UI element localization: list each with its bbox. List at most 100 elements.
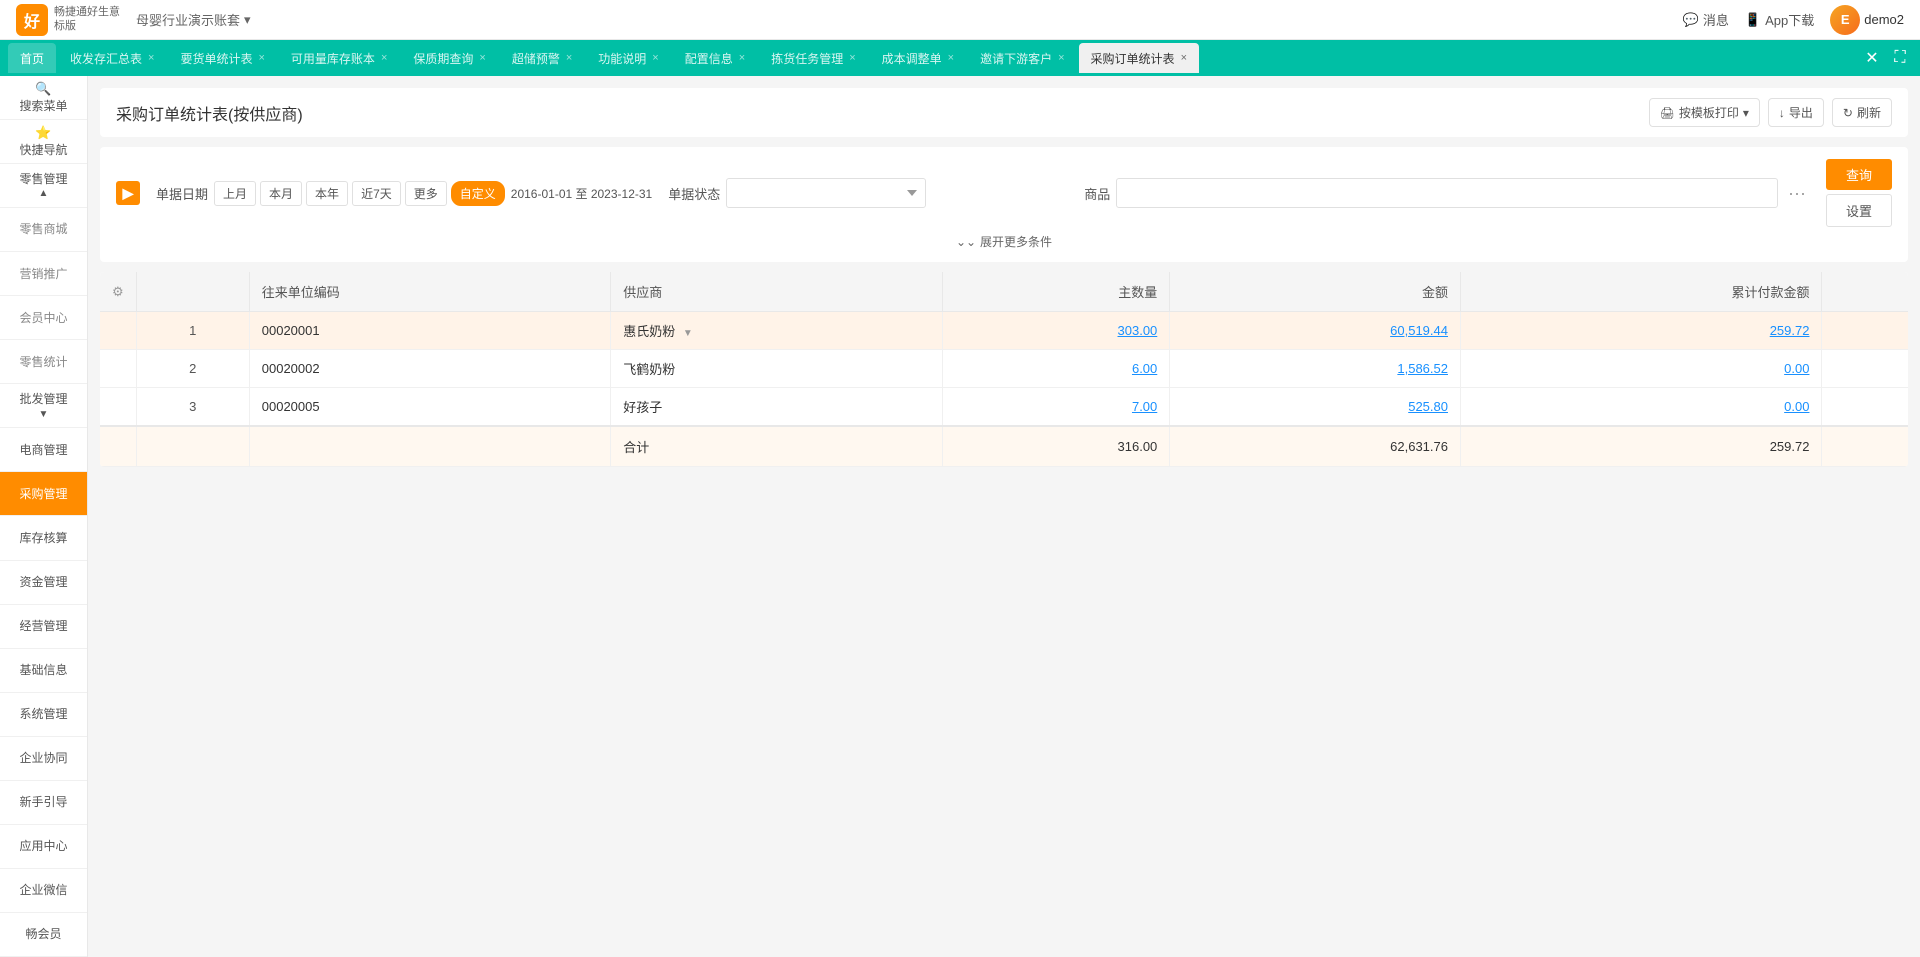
- query-button[interactable]: 查询: [1826, 159, 1892, 190]
- tab-close-icon[interactable]: ×: [148, 52, 154, 64]
- message-label: 消息: [1703, 10, 1729, 29]
- tab-2[interactable]: 要货单统计表 ×: [168, 43, 276, 73]
- header-actions: 🖨 按模板打印 ▾ ↓ 导出 ↻ 刷新: [1649, 98, 1892, 127]
- expand-row-icon[interactable]: ▼: [683, 328, 693, 339]
- page-header: 采购订单统计表(按供应商) 🖨 按模板打印 ▾ ↓ 导出 ↻ 刷新: [100, 88, 1908, 137]
- tab-close-icon[interactable]: ×: [948, 52, 954, 64]
- tab-3[interactable]: 可用量库存账本 ×: [279, 43, 399, 73]
- search-icon: 🔍: [35, 81, 51, 97]
- filter-toggle-button[interactable]: ▶: [116, 181, 140, 205]
- tab-close-icon[interactable]: ×: [258, 52, 264, 64]
- td-extra: [1822, 350, 1908, 388]
- tab-close-icon[interactable]: ×: [849, 52, 855, 64]
- message-action[interactable]: 💬 消息: [1683, 10, 1729, 29]
- sidebar-item-operations[interactable]: 经营管理: [0, 605, 87, 649]
- sidebar-item-wechat[interactable]: 企业微信: [0, 869, 87, 913]
- tab-close-icon[interactable]: ×: [381, 52, 387, 64]
- sidebar-item-member2[interactable]: 畅会员: [0, 913, 87, 957]
- sidebar-item-search[interactable]: 🔍 搜索菜单: [0, 76, 87, 120]
- app-download-action[interactable]: 📱 App下载: [1745, 10, 1814, 29]
- enterprise-name: 母婴行业演示账套: [136, 10, 240, 29]
- sidebar-item-label: 批发管理: [19, 392, 67, 406]
- goods-filter-group: 商品 ···: [1084, 178, 1810, 208]
- tab-10[interactable]: 邀请下游客户 ×: [968, 43, 1076, 73]
- amount-link[interactable]: 525.80: [1182, 399, 1448, 414]
- sidebar-item-basic-info[interactable]: 基础信息: [0, 649, 87, 693]
- nav-close-button[interactable]: ✕: [1860, 46, 1884, 70]
- sidebar-item-retail-stat[interactable]: 零售统计: [0, 340, 87, 384]
- sidebar-item-label: 经营管理: [19, 619, 67, 633]
- sidebar-item-inventory[interactable]: 库存核算: [0, 516, 87, 560]
- sidebar-item-finance[interactable]: 资金管理: [0, 561, 87, 605]
- tab-close-icon[interactable]: ×: [652, 52, 658, 64]
- td-qty: 7.00: [943, 388, 1170, 427]
- td-qty: 303.00: [943, 312, 1170, 350]
- sidebar-item-cooperation[interactable]: 企业协同: [0, 737, 87, 781]
- date-btn-this-year[interactable]: 本年: [306, 181, 348, 206]
- qty-link[interactable]: 303.00: [955, 323, 1157, 338]
- qty-link[interactable]: 6.00: [955, 361, 1157, 376]
- sidebar-item-marketing[interactable]: 营销推广: [0, 252, 87, 296]
- tab-close-icon[interactable]: ×: [739, 52, 745, 64]
- page-title: 采购订单统计表(按供应商): [116, 101, 303, 125]
- sidebar-item-wholesale[interactable]: 批发管理 ▼: [0, 384, 87, 428]
- td-index: 3: [136, 388, 249, 427]
- refresh-button[interactable]: ↻ 刷新: [1832, 98, 1892, 127]
- date-buttons: 上月 本月 本年 近7天 更多 自定义: [214, 181, 505, 206]
- tab-close-icon[interactable]: ×: [479, 52, 485, 64]
- amount-link[interactable]: 60,519.44: [1182, 323, 1448, 338]
- status-select[interactable]: [726, 178, 926, 208]
- paid-link[interactable]: 0.00: [1473, 399, 1809, 414]
- date-btn-7days[interactable]: 近7天: [352, 181, 401, 206]
- th-settings: ⚙: [100, 272, 136, 312]
- tab-1[interactable]: 收发存汇总表 ×: [58, 43, 166, 73]
- user-profile[interactable]: E demo2: [1830, 5, 1904, 35]
- qty-link[interactable]: 7.00: [955, 399, 1157, 414]
- sidebar-item-system[interactable]: 系统管理: [0, 693, 87, 737]
- td-paid: 0.00: [1460, 388, 1821, 427]
- enterprise-selector[interactable]: 母婴行业演示账套 ▾: [128, 10, 259, 29]
- expand-more-button[interactable]: ⌄⌄ 展开更多条件: [116, 227, 1892, 250]
- tab-home[interactable]: 首页: [8, 43, 56, 73]
- tab-9[interactable]: 成本调整单 ×: [870, 43, 966, 73]
- tab-5[interactable]: 超储预警 ×: [500, 43, 584, 73]
- date-btn-last-month[interactable]: 上月: [214, 181, 256, 206]
- app-download-label: App下载: [1765, 10, 1814, 29]
- paid-link[interactable]: 259.72: [1473, 323, 1809, 338]
- message-icon: 💬: [1683, 12, 1699, 28]
- tab-7[interactable]: 配置信息 ×: [673, 43, 757, 73]
- tab-6[interactable]: 功能说明 ×: [586, 43, 670, 73]
- td-settings: [100, 350, 136, 388]
- goods-input[interactable]: [1116, 178, 1778, 208]
- more-options-icon[interactable]: ···: [1784, 183, 1810, 204]
- th-qty: 主数量: [943, 272, 1170, 312]
- sidebar-item-purchase[interactable]: 采购管理: [0, 472, 87, 516]
- tab-11-active[interactable]: 采购订单统计表 ×: [1079, 43, 1199, 73]
- sidebar-item-label: 畅会员: [25, 927, 61, 941]
- settings-button[interactable]: 设置: [1826, 194, 1892, 227]
- sidebar-item-label: 应用中心: [19, 839, 67, 853]
- sidebar-item-retail-mall[interactable]: 零售商城: [0, 208, 87, 252]
- tab-close-icon[interactable]: ×: [1181, 52, 1187, 64]
- date-btn-more[interactable]: 更多: [405, 181, 447, 206]
- sidebar-item-guide[interactable]: 新手引导: [0, 781, 87, 825]
- export-button[interactable]: ↓ 导出: [1768, 98, 1824, 127]
- date-btn-custom[interactable]: 自定义: [451, 181, 505, 206]
- sidebar-item-ecommerce[interactable]: 电商管理: [0, 428, 87, 472]
- date-btn-this-month[interactable]: 本月: [260, 181, 302, 206]
- template-print-button[interactable]: 🖨 按模板打印 ▾: [1649, 98, 1760, 127]
- sidebar-item-label: 资金管理: [19, 575, 67, 589]
- nav-fullscreen-button[interactable]: ⛶: [1888, 46, 1912, 70]
- sidebar-item-shortcut[interactable]: ⭐ 快捷导航: [0, 120, 87, 164]
- tab-8[interactable]: 拣货任务管理 ×: [759, 43, 867, 73]
- sidebar-item-retail[interactable]: 零售管理 ▲: [0, 164, 87, 208]
- tab-close-icon[interactable]: ×: [566, 52, 572, 64]
- tab-close-icon[interactable]: ×: [1058, 52, 1064, 64]
- tab-label: 保质期查询: [413, 50, 473, 67]
- sidebar-item-member[interactable]: 会员中心: [0, 296, 87, 340]
- paid-link[interactable]: 0.00: [1473, 361, 1809, 376]
- tab-4[interactable]: 保质期查询 ×: [401, 43, 497, 73]
- amount-link[interactable]: 1,586.52: [1182, 361, 1448, 376]
- column-settings-icon[interactable]: ⚙: [112, 284, 124, 299]
- sidebar-item-app-center[interactable]: 应用中心: [0, 825, 87, 869]
